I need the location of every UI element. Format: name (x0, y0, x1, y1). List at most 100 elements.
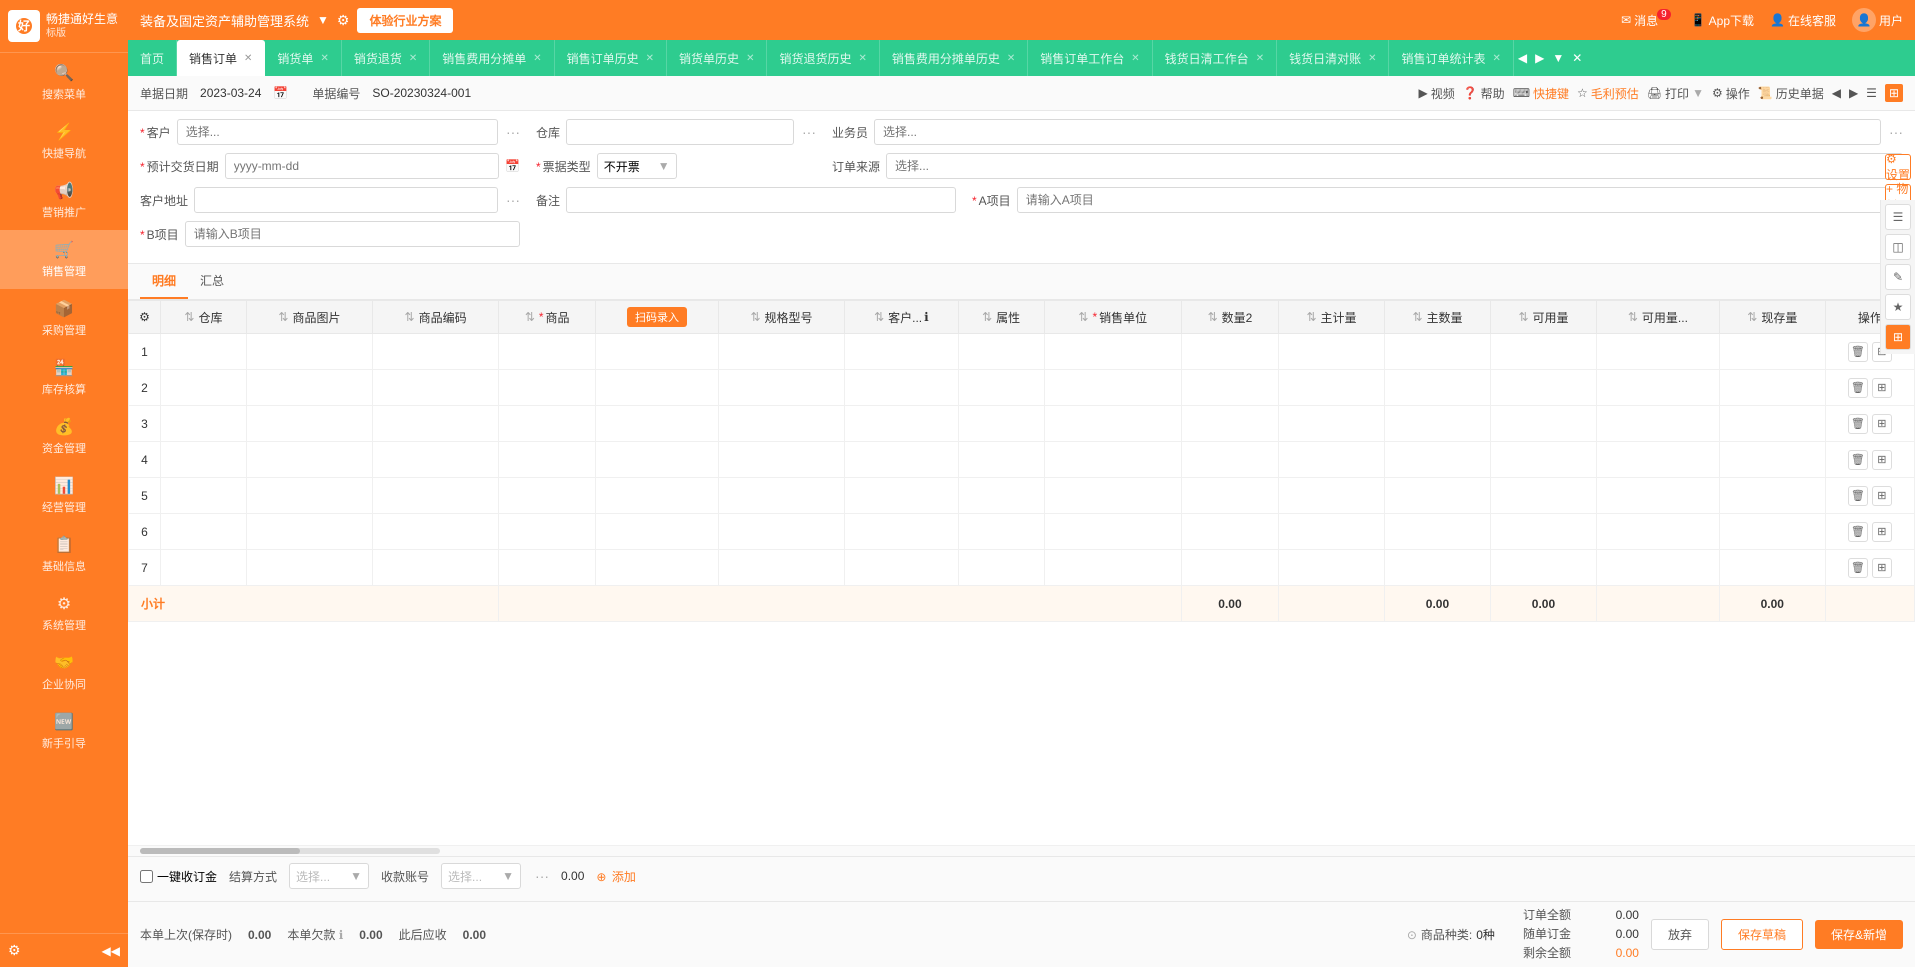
cell-attr[interactable] (958, 370, 1044, 406)
cell-stock[interactable] (1719, 478, 1825, 514)
cell-main-unit[interactable] (1278, 478, 1384, 514)
cell-customer-code[interactable] (845, 442, 959, 478)
sidebar-item-search[interactable]: 🔍 搜索菜单 (0, 53, 128, 112)
cell-customer-code[interactable] (845, 478, 959, 514)
cell-warehouse[interactable] (161, 370, 247, 406)
th-qty2[interactable]: ⇅数量2 (1181, 301, 1278, 334)
cell-image[interactable] (246, 370, 372, 406)
sidebar-item-basic[interactable]: 📋 基础信息 (0, 525, 128, 584)
cell-product[interactable] (499, 406, 596, 442)
sidebar-item-purchase[interactable]: 📦 采购管理 (0, 289, 128, 348)
cell-unit[interactable] (1044, 370, 1181, 406)
user-btn[interactable]: 👤 用户 (1852, 8, 1903, 32)
cell-available[interactable] (1490, 514, 1596, 550)
cell-unit[interactable] (1044, 334, 1181, 370)
customer-more-btn[interactable]: ··· (506, 124, 520, 140)
account-select[interactable]: 选择... ▼ (441, 863, 521, 889)
cell-available2[interactable] (1596, 478, 1719, 514)
tab-menu-btn[interactable]: ▼ (1548, 51, 1568, 65)
tab-daily-check-close[interactable]: ✕ (1368, 53, 1376, 64)
cell-stock[interactable] (1719, 334, 1825, 370)
cell-attr[interactable] (958, 334, 1044, 370)
cell-image[interactable] (246, 514, 372, 550)
app-download-btn[interactable]: 📱 App下载 (1691, 12, 1754, 29)
cell-stock[interactable] (1719, 370, 1825, 406)
cell-customer-code[interactable] (845, 406, 959, 442)
cell-attr[interactable] (958, 406, 1044, 442)
cell-unit[interactable] (1044, 442, 1181, 478)
sidebar-item-system[interactable]: ⚙ 系统管理 (0, 584, 128, 643)
th-available[interactable]: ⇅可用量 (1490, 301, 1596, 334)
settings-icon[interactable]: ⚙ (337, 12, 350, 29)
cell-spec[interactable] (718, 442, 844, 478)
cell-code[interactable] (373, 442, 499, 478)
save-new-btn[interactable]: 保存&新增 (1815, 920, 1903, 949)
profit-btn[interactable]: ☆ 毛利预估 (1577, 85, 1639, 102)
cell-available[interactable] (1490, 370, 1596, 406)
row-delete-btn[interactable]: 🗑 (1848, 450, 1868, 470)
cell-image[interactable] (246, 478, 372, 514)
row-copy-btn[interactable]: ⊞ (1872, 378, 1892, 398)
online-service-btn[interactable]: 👤 在线客服 (1770, 12, 1836, 29)
cell-image[interactable] (246, 406, 372, 442)
cell-unit[interactable] (1044, 514, 1181, 550)
cell-qty2[interactable] (1181, 334, 1278, 370)
tab-invoice-close[interactable]: ✕ (320, 53, 328, 64)
b-project-input[interactable] (185, 221, 520, 247)
tab-next-btn[interactable]: ▶ (1531, 51, 1548, 65)
cell-qty2[interactable] (1181, 370, 1278, 406)
operations-btn[interactable]: ⚙ 操作 (1712, 85, 1750, 102)
industry-btn[interactable]: 体验行业方案 (357, 8, 453, 33)
sidebar-settings-icon[interactable]: ⚙ (8, 942, 21, 959)
th-main-qty[interactable]: ⇅主数量 (1384, 301, 1490, 334)
cell-attr[interactable] (958, 442, 1044, 478)
tab-close-all-btn[interactable]: ✕ (1568, 51, 1586, 65)
cell-warehouse[interactable] (161, 514, 247, 550)
row-copy-btn[interactable]: ⊞ (1872, 558, 1892, 578)
sidebar-item-quick[interactable]: ⚡ 快捷导航 (0, 112, 128, 171)
grid-view-btn[interactable]: ⊞ (1885, 84, 1903, 102)
help-btn[interactable]: ❓ 帮助 (1463, 85, 1505, 102)
cell-qty2[interactable] (1181, 478, 1278, 514)
tab-invoice-history[interactable]: 销货单历史 ✕ (667, 40, 767, 76)
row-copy-btn[interactable]: ⊞ (1872, 414, 1892, 434)
cell-main-unit[interactable] (1278, 406, 1384, 442)
tab-order-stats[interactable]: 销售订单统计表 ✕ (1389, 40, 1513, 76)
save-draft-btn[interactable]: 保存草稿 (1721, 919, 1803, 950)
right-panel-list-btn[interactable]: ☰ (1885, 204, 1911, 230)
sidebar-item-inventory[interactable]: 🏪 库存核算 (0, 348, 128, 407)
th-main-unit[interactable]: ⇅主计量 (1278, 301, 1384, 334)
cell-unit[interactable] (1044, 550, 1181, 586)
cell-spec[interactable] (718, 406, 844, 442)
payment-method-select[interactable]: 选择... ▼ (289, 863, 369, 889)
row-delete-btn[interactable]: 🗑 (1848, 558, 1868, 578)
sidebar-item-sales[interactable]: 🛒 销售管理 (0, 230, 128, 289)
address-input[interactable] (194, 187, 498, 213)
row-delete-btn[interactable]: 🗑 (1848, 378, 1868, 398)
staff-more-btn[interactable]: ··· (1889, 124, 1903, 140)
horizontal-scrollbar[interactable] (140, 848, 440, 854)
cell-product[interactable] (499, 370, 596, 406)
row-copy-btn[interactable]: ⊞ (1872, 522, 1892, 542)
cell-main-unit[interactable] (1278, 370, 1384, 406)
th-available2[interactable]: ⇅可用量... (1596, 301, 1719, 334)
cell-main-unit[interactable] (1278, 514, 1384, 550)
right-panel-grid-btn[interactable]: ◫ (1885, 234, 1911, 260)
tab-invoice[interactable]: 销货单 ✕ (265, 40, 341, 76)
cell-available2[interactable] (1596, 406, 1719, 442)
th-attr[interactable]: ⇅属性 (958, 301, 1044, 334)
delivery-input[interactable] (225, 153, 499, 179)
cell-available[interactable] (1490, 550, 1596, 586)
cell-available2[interactable] (1596, 514, 1719, 550)
tab-order-workbench[interactable]: 销售订单工作台 ✕ (1028, 40, 1152, 76)
cell-code[interactable] (373, 406, 499, 442)
tab-fee-history[interactable]: 销售费用分摊单历史 ✕ (880, 40, 1028, 76)
cell-code[interactable] (373, 334, 499, 370)
warehouse-input[interactable]: 成品库 (566, 119, 794, 145)
cell-spec[interactable] (718, 478, 844, 514)
ticket-select[interactable]: 不开票 ▼ (597, 153, 677, 179)
account-more-btn[interactable]: ··· (535, 868, 549, 884)
tab-sales-order[interactable]: 销售订单 ✕ (177, 40, 265, 76)
cell-stock[interactable] (1719, 406, 1825, 442)
calendar-icon[interactable]: 📅 (273, 86, 288, 100)
